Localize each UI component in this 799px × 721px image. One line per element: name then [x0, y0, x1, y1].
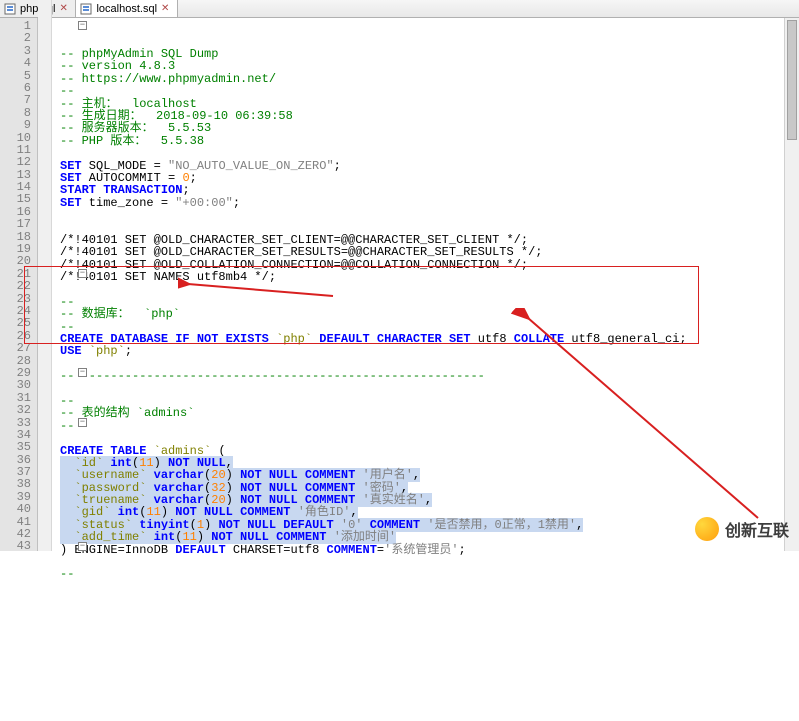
- line-number: 22: [0, 280, 37, 292]
- code-line[interactable]: SET time_zone = "+00:00";: [54, 197, 799, 209]
- fold-toggle[interactable]: −: [78, 21, 87, 30]
- close-icon[interactable]: ✕: [161, 4, 171, 14]
- fold-toggle[interactable]: −: [78, 269, 87, 278]
- code-line[interactable]: --: [54, 420, 799, 432]
- line-number: 17: [0, 218, 37, 230]
- scrollbar-thumb[interactable]: [787, 20, 797, 140]
- code-line[interactable]: -- PHP 版本： 5.5.38: [54, 135, 799, 147]
- code-line[interactable]: -- https://www.phpmyadmin.net/: [54, 73, 799, 85]
- line-number: 30: [0, 379, 37, 391]
- vertical-scrollbar[interactable]: [784, 18, 799, 551]
- line-number: 32: [0, 404, 37, 416]
- code-line[interactable]: CREATE DATABASE IF NOT EXISTS `php` DEFA…: [54, 333, 799, 345]
- tab-localhost-sql[interactable]: localhost.sql ✕: [76, 0, 178, 17]
- line-number: 38: [0, 478, 37, 490]
- tab-bar: php.sql ✕ localhost.sql ✕: [0, 0, 799, 18]
- code-line[interactable]: [54, 283, 799, 295]
- line-number-gutter: 1234567891011121314151617181920212223242…: [0, 18, 38, 551]
- code-line[interactable]: [54, 209, 799, 221]
- code-line[interactable]: ) ENGINE=InnoDB DEFAULT CHARSET=utf8 COM…: [54, 544, 799, 556]
- close-icon[interactable]: ✕: [59, 4, 69, 14]
- line-number: 25: [0, 317, 37, 329]
- watermark-logo-icon: [695, 517, 719, 541]
- line-number: 4: [0, 57, 37, 69]
- line-number: 5: [0, 70, 37, 82]
- line-number: 6: [0, 82, 37, 94]
- fold-toggle[interactable]: −: [78, 542, 87, 551]
- line-number: 12: [0, 156, 37, 168]
- code-line[interactable]: [54, 383, 799, 395]
- code-line[interactable]: [54, 556, 799, 568]
- line-number: 20: [0, 255, 37, 267]
- code-line[interactable]: -- -------------------------------------…: [54, 370, 799, 382]
- line-number: 40: [0, 503, 37, 515]
- line-number: 1: [0, 20, 37, 32]
- line-number: 3: [0, 45, 37, 57]
- line-number: 8: [0, 107, 37, 119]
- code-editor[interactable]: 1234567891011121314151617181920212223242…: [0, 18, 799, 551]
- line-number: 27: [0, 342, 37, 354]
- watermark: 创新互联: [695, 517, 789, 541]
- tab-label: localhost.sql: [96, 3, 157, 15]
- code-line[interactable]: --: [54, 568, 799, 580]
- fold-toggle[interactable]: −: [78, 418, 87, 427]
- fold-toggle[interactable]: −: [78, 368, 87, 377]
- line-number: 9: [0, 119, 37, 131]
- line-number: 15: [0, 193, 37, 205]
- sql-file-icon: [4, 3, 16, 15]
- sql-file-icon: [80, 3, 92, 15]
- line-number: 35: [0, 441, 37, 453]
- line-number: 7: [0, 94, 37, 106]
- code-line[interactable]: /*!40101 SET NAMES utf8mb4 */;: [54, 271, 799, 283]
- code-line[interactable]: USE `php`;: [54, 345, 799, 357]
- line-number: 2: [0, 32, 37, 44]
- code-line[interactable]: -- 表的结构 `admins`: [54, 407, 799, 419]
- code-line[interactable]: -- 数据库： `php`: [54, 308, 799, 320]
- code-area[interactable]: -- phpMyAdmin SQL Dump-- version 4.8.3--…: [38, 18, 799, 551]
- watermark-text: 创新互联: [725, 517, 789, 541]
